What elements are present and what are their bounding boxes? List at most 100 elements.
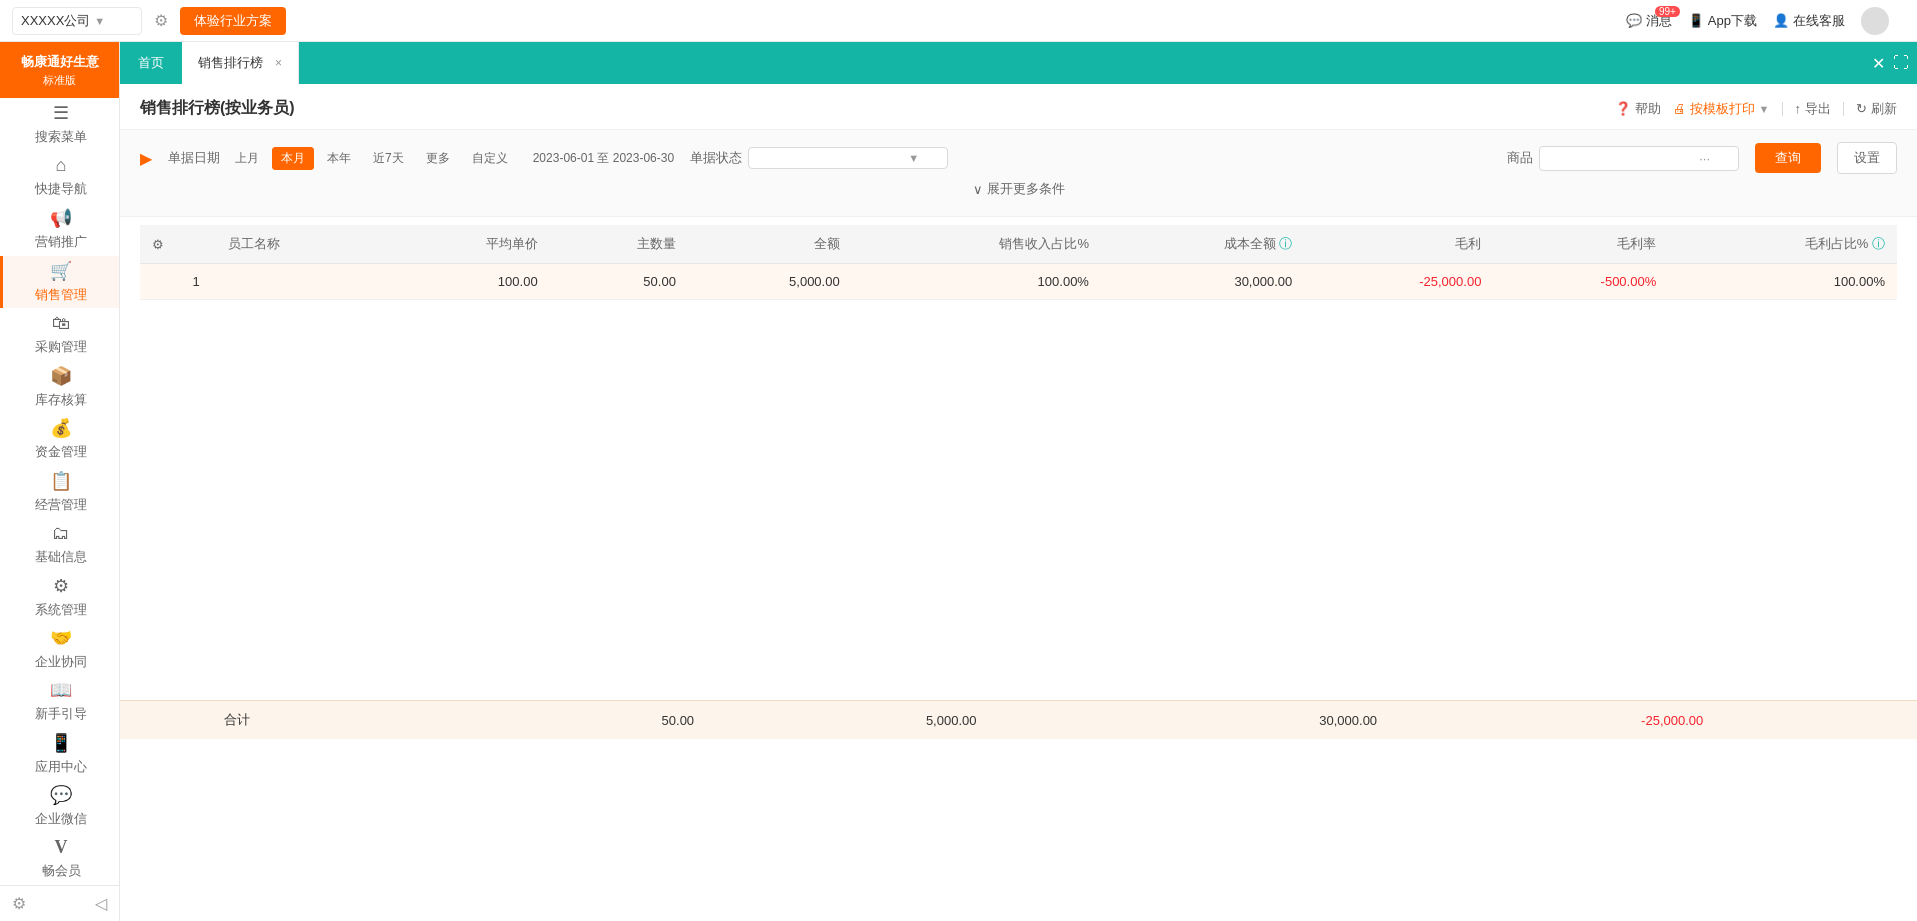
sidebar-label-sales: 销售管理 <box>35 286 87 304</box>
tab-home-label: 首页 <box>138 54 164 72</box>
col-cost: 成本全额 ⓘ <box>1101 225 1304 264</box>
sidebar-item-vip[interactable]: V 畅会员 <box>0 833 119 885</box>
sidebar-label-operations: 经营管理 <box>35 496 87 514</box>
export-button[interactable]: ↑ 导出 <box>1795 100 1832 118</box>
divider2 <box>1843 102 1844 116</box>
sidebar-collapse-icon[interactable]: ◁ <box>95 894 107 913</box>
print-button[interactable]: 🖨 按模板打印 ▼ <box>1673 100 1770 118</box>
row-rank: 1 <box>176 264 216 300</box>
sidebar-settings-icon[interactable]: ⚙ <box>12 894 26 913</box>
marketing-icon: 📢 <box>50 207 72 229</box>
date-tab-last-month[interactable]: 上月 <box>226 147 268 170</box>
sidebar-item-purchase[interactable]: 🛍 采购管理 <box>0 308 119 360</box>
sidebar-item-inventory[interactable]: 📦 库存核算 <box>0 360 119 412</box>
sales-icon: 🛒 <box>50 260 72 282</box>
date-tab-7days[interactable]: 近7天 <box>364 147 413 170</box>
export-icon: ↑ <box>1795 101 1802 116</box>
total-row: 合计 50.00 5,000.00 30,000.00 -25,000.00 <box>140 701 1897 739</box>
sidebar-item-search[interactable]: ☰ 搜索菜单 <box>0 98 119 150</box>
filter-goods: 商品 ··· <box>1507 146 1739 171</box>
online-service-button[interactable]: 👤 在线客服 <box>1773 12 1845 30</box>
sidebar-item-finance[interactable]: 💰 资金管理 <box>0 413 119 465</box>
message-icon: 💬 <box>1626 13 1642 28</box>
avatar[interactable] <box>1861 7 1889 35</box>
total-settings-col <box>140 701 172 739</box>
header-row: ⚙ 员工名称 平均单价 主数量 全额 销售收入占比% 成本全额 ⓘ 毛利 毛利率… <box>140 225 1897 264</box>
sidebar-item-operations[interactable]: 📋 经营管理 <box>0 465 119 517</box>
sidebar-item-sales[interactable]: 🛒 销售管理 <box>0 256 119 308</box>
content-area: 首页 销售排行榜 × ✕ ⛶ 销售排行榜(按业务员) ❓ 帮助 <box>120 42 1917 921</box>
company-selector[interactable]: XXXXX公司 ▼ <box>12 7 142 35</box>
row-profit: -25,000.00 <box>1304 264 1493 300</box>
goods-input[interactable]: ··· <box>1539 146 1739 171</box>
total-profit-rate <box>1715 701 1806 739</box>
sidebar-item-shortcuts[interactable]: ⌂ 快捷导航 <box>0 151 119 203</box>
app-center-icon: 📱 <box>50 732 72 754</box>
total-qty: 50.00 <box>492 701 706 739</box>
message-badge: 99+ <box>1655 6 1680 17</box>
profit-pct-info-icon[interactable]: ⓘ <box>1872 236 1885 251</box>
tab-fullscreen-icon[interactable]: ⛶ <box>1893 54 1909 72</box>
goods-label: 商品 <box>1507 149 1533 167</box>
col-profit: 毛利 <box>1304 225 1493 264</box>
settings-icon[interactable]: ⚙ <box>150 7 172 34</box>
total-avg-price <box>401 701 492 739</box>
trial-button[interactable]: 体验行业方案 <box>180 7 286 35</box>
wechat-icon: 💬 <box>50 784 72 806</box>
total-table: 合计 50.00 5,000.00 30,000.00 -25,000.00 <box>140 701 1897 739</box>
sidebar-item-guide[interactable]: 📖 新手引导 <box>0 675 119 727</box>
status-label: 单据状态 <box>690 149 742 167</box>
row-cost: 30,000.00 <box>1101 264 1304 300</box>
sidebar-label-inventory: 库存核算 <box>35 391 87 409</box>
row-qty: 50.00 <box>550 264 688 300</box>
query-button[interactable]: 查询 <box>1755 143 1821 173</box>
col-sales-pct: 销售收入占比% <box>852 225 1101 264</box>
message-button[interactable]: 💬 消息 99+ <box>1626 12 1672 30</box>
row-name <box>216 264 383 300</box>
search-menu-icon: ☰ <box>53 102 69 124</box>
expand-conditions-button[interactable]: ∨ 展开更多条件 <box>973 180 1065 198</box>
sidebar-item-app-center[interactable]: 📱 应用中心 <box>0 728 119 780</box>
sidebar-item-system[interactable]: ⚙ 系统管理 <box>0 570 119 622</box>
col-rank <box>176 225 216 264</box>
sidebar-item-enterprise[interactable]: 🤝 企业协同 <box>0 623 119 675</box>
filter-bar: ▶ 单据日期 上月 本月 本年 近7天 更多 自定义 <box>120 130 1917 217</box>
row-avg-price: 100.00 <box>383 264 550 300</box>
inventory-icon: 📦 <box>50 365 72 387</box>
date-tab-custom[interactable]: 自定义 <box>463 147 517 170</box>
app-download-button[interactable]: 📱 App下载 <box>1688 12 1757 30</box>
filter-collapse-btn[interactable]: ▶ <box>140 149 152 168</box>
tab-close-icon[interactable]: × <box>275 56 282 70</box>
export-label: 导出 <box>1805 100 1831 118</box>
date-tab-more[interactable]: 更多 <box>417 147 459 170</box>
col-settings[interactable]: ⚙ <box>140 225 176 264</box>
sidebar-bottom: ⚙ ◁ <box>0 885 119 921</box>
refresh-button[interactable]: ↻ 刷新 <box>1856 100 1897 118</box>
sidebar-item-marketing[interactable]: 📢 营销推广 <box>0 203 119 255</box>
refresh-label: 刷新 <box>1871 100 1897 118</box>
status-select[interactable]: ▼ <box>748 147 948 169</box>
goods-more-icon[interactable]: ··· <box>1699 151 1710 166</box>
total-cost: 30,000.00 <box>1079 701 1389 739</box>
tab-close-window-icon[interactable]: ✕ <box>1872 54 1885 73</box>
cost-info-icon[interactable]: ⓘ <box>1279 236 1292 251</box>
settings-button[interactable]: 设置 <box>1837 142 1897 174</box>
tab-sales-ranking[interactable]: 销售排行榜 × <box>182 42 299 84</box>
table-body: 1 100.00 50.00 5,000.00 100.00% 30,000.0… <box>140 264 1897 300</box>
logo-line2: 标准版 <box>43 73 76 88</box>
date-range-text: 2023-06-01 至 2023-06-30 <box>533 150 674 167</box>
operations-icon: 📋 <box>50 470 72 492</box>
sidebar-item-basic-info[interactable]: 🗂 基础信息 <box>0 518 119 570</box>
sidebar-item-wechat[interactable]: 💬 企业微信 <box>0 780 119 832</box>
tab-home[interactable]: 首页 <box>120 42 182 84</box>
sidebar-label-basic-info: 基础信息 <box>35 548 87 566</box>
row-amount: 5,000.00 <box>688 264 852 300</box>
col-profit-pct: 毛利占比% ⓘ <box>1668 225 1897 264</box>
service-icon: 👤 <box>1773 13 1789 28</box>
page-actions: ❓ 帮助 🖨 按模板打印 ▼ ↑ 导出 ↻ <box>1615 100 1897 118</box>
help-button[interactable]: ❓ 帮助 <box>1615 100 1661 118</box>
tab-sales-label: 销售排行榜 <box>198 54 263 72</box>
tab-bar: 首页 销售排行榜 × ✕ ⛶ <box>120 42 1917 84</box>
date-tab-this-year[interactable]: 本年 <box>318 147 360 170</box>
date-tab-this-month[interactable]: 本月 <box>272 147 314 170</box>
